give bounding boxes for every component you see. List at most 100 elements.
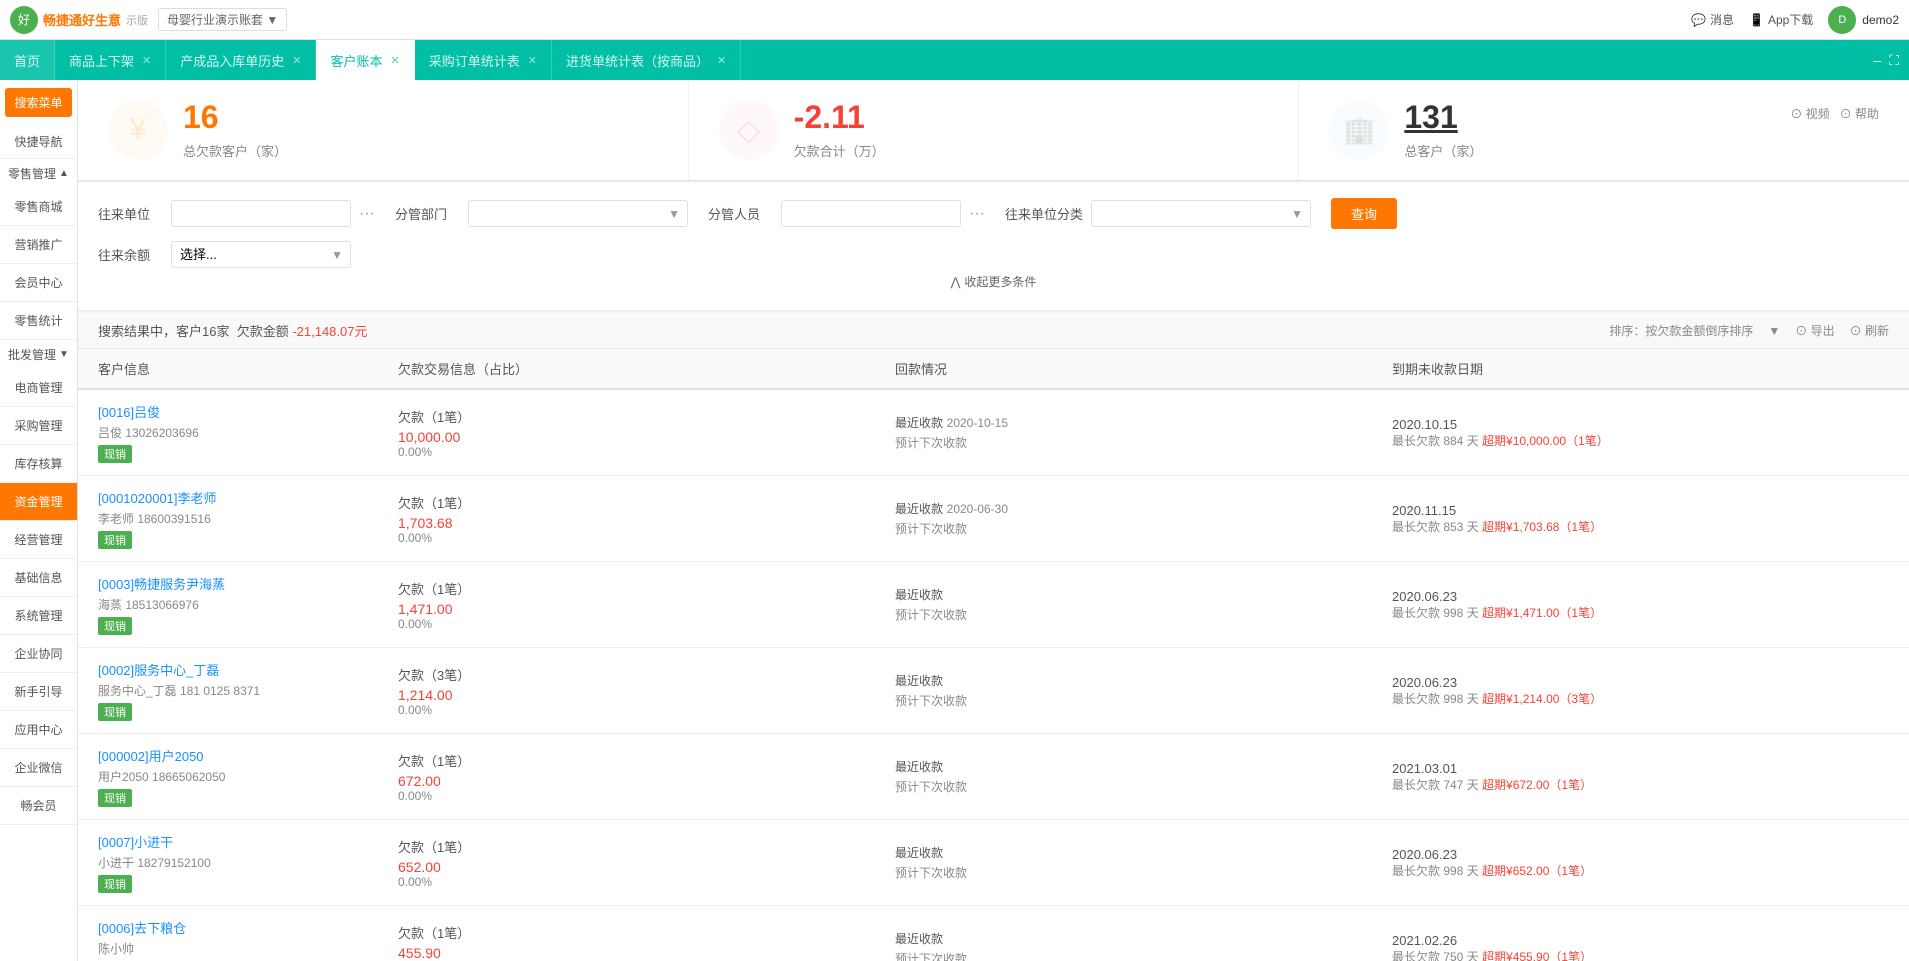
sidebar-item-app-center[interactable]: 应用中心 [0,711,77,749]
customer-name-4[interactable]: [000002]用户2050 [98,746,398,765]
sidebar-item-basic-info[interactable]: 基础信息 [0,559,77,597]
overdue-link-0[interactable]: 超期¥10,000.00（1笔） [1482,434,1609,448]
overdue-link-6[interactable]: 超期¥455.90（1笔） [1482,950,1592,961]
tab-home[interactable]: 首页 [0,40,55,80]
debt-info-5: 欠款（1笔） 652.00 0.00% [398,837,895,889]
industry-selector[interactable]: 母婴行业演示账套 ▼ [158,8,287,31]
due-date-5: 2020.06.23 [1392,847,1889,862]
overdue-days-4: 最长欠款 747 天 超期¥672.00（1笔） [1392,776,1889,793]
user-menu[interactable]: D demo2 [1828,6,1899,34]
sidebar-item-inventory[interactable]: 库存核算 [0,445,77,483]
customer-dots[interactable]: ··· [359,205,375,223]
stat-card-debtors: ¥ 16 总欠款客户（家） [78,80,689,180]
debt-percent-2: 0.00% [398,617,895,631]
due-date-3: 2020.06.23 [1392,675,1889,690]
close-tab-purchase[interactable]: ✕ [528,54,537,67]
customer-name-2[interactable]: [0003]畅捷服务尹海蒸 [98,574,398,593]
department-input[interactable] [468,200,688,227]
overdue-days-5: 最长欠款 998 天 超期¥652.00（1笔） [1392,862,1889,879]
message-button[interactable]: 💬 消息 [1691,11,1734,28]
sidebar-item-retail-management[interactable]: 零售管理 ▲ [0,159,77,188]
close-tab-product[interactable]: ✕ [292,54,301,67]
logo-area: 好 畅捷通好生意 示版 [10,6,148,34]
overdue-days-6: 最长欠款 750 天 超期¥455.90（1笔） [1392,948,1889,961]
tab-product-history[interactable]: 产成品入库单历史 ✕ [166,40,316,80]
chevron-down-icon-2: ▼ [59,349,69,360]
collapse-row: ⋀ 收起更多条件 [98,268,1889,295]
sidebar-item-quick-nav[interactable]: 快捷导航 [0,125,77,159]
main-layout: 搜索菜单 快捷导航 零售管理 ▲ 零售商城 营销推广 会员中心 零售统计 批发管… [0,80,1909,961]
tab-stock-stats[interactable]: 进货单统计表（按商品） ✕ [552,40,741,80]
top-bar-right: 💬 消息 📱 App下载 D demo2 [1691,6,1899,34]
sidebar-item-guide[interactable]: 新手引导 [0,673,77,711]
overdue-link-2[interactable]: 超期¥1,471.00（1笔） [1482,606,1602,620]
sidebar-item-finance[interactable]: 资金管理 [0,483,77,521]
tab-goods[interactable]: 商品上下架 ✕ [55,40,166,80]
customer-name-6[interactable]: [0006]去下粮仓 [98,918,398,937]
category-input[interactable] [1091,200,1311,227]
help-button[interactable]: ⊙ 帮助 [1840,105,1879,122]
debt-info-0: 欠款（1笔） 10,000.00 0.00% [398,407,895,459]
sidebar-item-member-center[interactable]: 会员中心 [0,264,77,302]
app-download-button[interactable]: 📱 App下载 [1749,11,1813,28]
refresh-button[interactable]: ⊙ 刷新 [1850,322,1889,339]
overdue-link-4[interactable]: 超期¥672.00（1笔） [1482,778,1592,792]
customer-name-0[interactable]: [0016]吕俊 [98,402,398,421]
overdue-link-3[interactable]: 超期¥1,214.00（3笔） [1482,692,1602,706]
col-due-date: 到期未收款日期 [1392,359,1889,378]
sidebar-item-member[interactable]: 畅会员 [0,787,77,825]
table-body: [0016]吕俊 吕俊 13026203696 现销 欠款（1笔） 10,000… [78,390,1909,961]
filter-area: 往来单位 ··· 分管部门 ▼ 分管人员 ··· 往来 [78,183,1909,311]
stat-card-total-customers: 🏢 131 总客户（家） ⊙ 视频 ⊙ 帮助 [1299,80,1909,180]
customer-info-2: [0003]畅捷服务尹海蒸 海蒸 18513066976 现销 [98,574,398,635]
close-tab-customer[interactable]: ✕ [391,54,400,67]
person-dots[interactable]: ··· [969,205,985,223]
due-date-info-4: 2021.03.01 最长欠款 747 天 超期¥672.00（1笔） [1392,761,1889,793]
top-bar: 好 畅捷通好生意 示版 母婴行业演示账套 ▼ 💬 消息 📱 App下载 D de… [0,0,1909,40]
stat-customers-label: 总客户（家） [1404,141,1482,160]
stat-debt-label: 欠款合计（万） [794,141,885,160]
close-tab-stock[interactable]: ✕ [717,54,726,67]
sidebar-item-ecommerce[interactable]: 电商管理 [0,369,77,407]
video-button[interactable]: ⊙ 视频 [1790,105,1829,122]
col-debt: 欠款交易信息（占比） [398,359,895,378]
due-date-6: 2021.02.26 [1392,933,1889,948]
customer-phone-1: 李老师 18600391516 [98,510,398,527]
sidebar: 搜索菜单 快捷导航 零售管理 ▲ 零售商城 营销推广 会员中心 零售统计 批发管… [0,80,78,961]
debt-count-1: 欠款（1笔） [398,493,895,512]
message-icon: 💬 [1691,13,1706,27]
sidebar-item-wechat[interactable]: 企业微信 [0,749,77,787]
customer-name-1[interactable]: [0001020001]李老师 [98,488,398,507]
sidebar-item-purchase-management[interactable]: 采购管理 [0,407,77,445]
customer-name-5[interactable]: [0007]小进干 [98,832,398,851]
sidebar-item-enterprise[interactable]: 企业协同 [0,635,77,673]
table-row: [0002]服务中心_丁磊 服务中心_丁磊 181 0125 8371 现销 欠… [78,648,1909,734]
query-button[interactable]: 查询 [1331,198,1397,229]
sidebar-item-wholesale-management[interactable]: 批发管理 ▼ [0,340,77,369]
maximize-icon[interactable]: ⛶ [1889,52,1899,69]
sidebar-item-operations[interactable]: 经营管理 [0,521,77,559]
table-row: [0016]吕俊 吕俊 13026203696 现销 欠款（1笔） 10,000… [78,390,1909,476]
search-menu-button[interactable]: 搜索菜单 [5,88,72,117]
balance-select[interactable]: 选择... [171,241,351,268]
overdue-link-1[interactable]: 超期¥1,703.68（1笔） [1482,520,1602,534]
overdue-link-5[interactable]: 超期¥652.00（1笔） [1482,864,1592,878]
tab-customer-account[interactable]: 客户账本 ✕ [316,40,414,80]
debt-percent-4: 0.00% [398,789,895,803]
debt-percent-0: 0.00% [398,445,895,459]
close-tab-goods[interactable]: ✕ [142,54,151,67]
sidebar-item-retail-mall[interactable]: 零售商城 [0,188,77,226]
sidebar-item-retail-stats[interactable]: 零售统计 [0,302,77,340]
due-date-2: 2020.06.23 [1392,589,1889,604]
export-button[interactable]: ⊙ 导出 [1795,322,1834,339]
customer-input[interactable] [171,200,351,227]
sidebar-item-marketing[interactable]: 营销推广 [0,226,77,264]
debt-amount-4: 672.00 [398,773,895,789]
tab-purchase-stats[interactable]: 采购订单统计表 ✕ [415,40,552,80]
customer-name-3[interactable]: [0002]服务中心_丁磊 [98,660,398,679]
minimize-icon[interactable]: – [1873,52,1881,68]
sidebar-item-system[interactable]: 系统管理 [0,597,77,635]
collapse-button[interactable]: ⋀ 收起更多条件 [951,273,1037,290]
person-input[interactable] [781,200,961,227]
recover-info-5: 最近收款 预计下次收款 [895,844,1392,881]
